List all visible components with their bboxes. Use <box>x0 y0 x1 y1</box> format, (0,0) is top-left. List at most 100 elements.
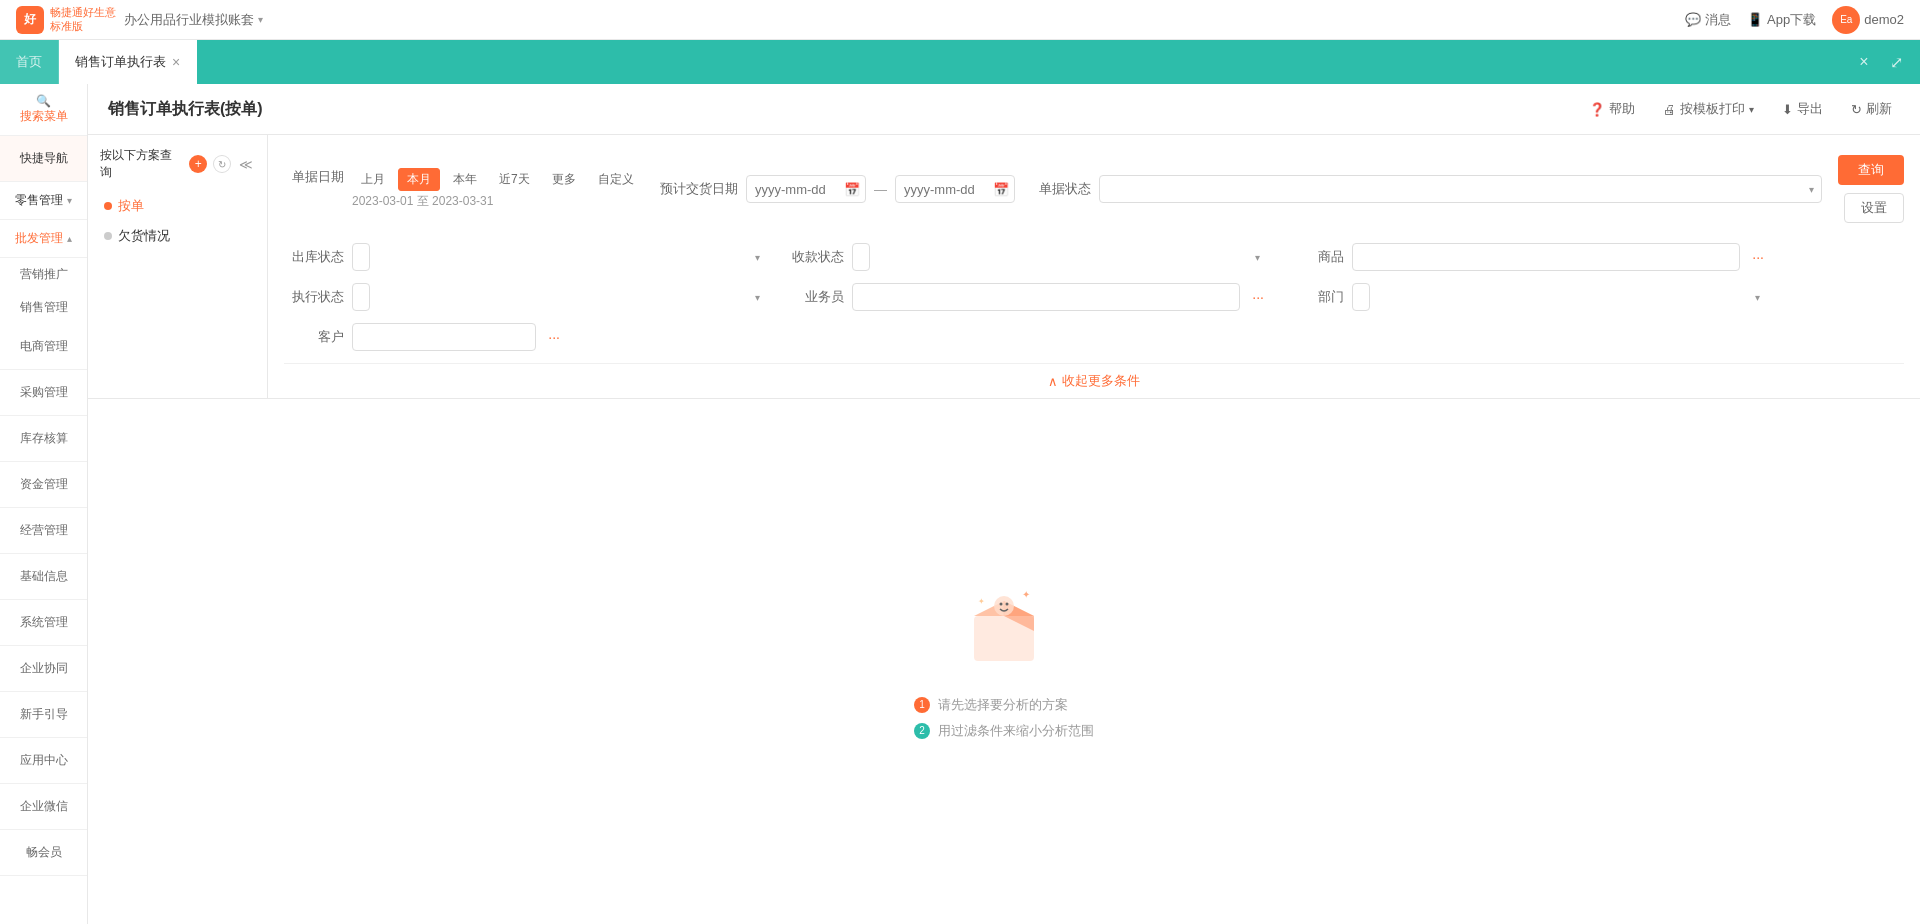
sidebar-item-retail[interactable]: 零售管理 ▾ <box>0 182 87 220</box>
sidebar-item-quick-nav[interactable]: 快捷导航 <box>0 136 87 182</box>
print-icon: 🖨 <box>1663 102 1676 117</box>
goods-more-button[interactable]: ··· <box>1748 249 1768 265</box>
sidebar-item-system[interactable]: 系统管理 <box>0 600 87 646</box>
date-btn-more[interactable]: 更多 <box>543 168 585 191</box>
sidebar-item-finance[interactable]: 资金管理 <box>0 462 87 508</box>
date-btn-7days[interactable]: 近7天 <box>490 168 539 191</box>
collapse-scheme-button[interactable]: ≪ <box>237 155 255 173</box>
tab-close-icon[interactable]: × <box>172 55 180 69</box>
sidebar-item-inventory[interactable]: 库存核算 <box>0 416 87 462</box>
date-btn-this-year[interactable]: 本年 <box>444 168 486 191</box>
sidebar-item-operations[interactable]: 经营管理 <box>0 508 87 554</box>
refresh-scheme-button[interactable]: ↻ <box>213 155 231 173</box>
query-buttons: 查询 设置 <box>1838 147 1904 231</box>
date-label: 单据日期 <box>284 168 344 186</box>
sidebar-item-member[interactable]: 畅会员 <box>0 830 87 876</box>
sidebar-item-enterprise[interactable]: 企业协同 <box>0 646 87 692</box>
empty-steps: 1 请先选择要分析的方案 2 用过滤条件来缩小分析范围 <box>914 696 1094 748</box>
settings-button[interactable]: 设置 <box>1844 193 1904 223</box>
active-dot <box>104 202 112 210</box>
tab-home[interactable]: 首页 <box>0 40 59 84</box>
window-expand-button[interactable]: ⤢ <box>1884 50 1908 74</box>
exec-status-select[interactable] <box>352 283 370 311</box>
collapse-more-button[interactable]: ∧ 收起更多条件 <box>284 363 1904 398</box>
status-input[interactable] <box>1099 175 1822 203</box>
filter-inner: 按以下方案查询 + ↻ ≪ 按单 欠货情况 <box>88 135 1920 398</box>
sidebar-item-wholesale[interactable]: 批发管理 ▴ <box>0 220 87 258</box>
message-icon: 💬 <box>1685 12 1701 27</box>
date-btn-custom[interactable]: 自定义 <box>589 168 643 191</box>
exec-status-label: 执行状态 <box>284 288 344 306</box>
empty-state: ✦ ✦ 1 请先选择要分析的方案 2 用过滤条件来缩小分析范围 <box>88 399 1920 924</box>
sidebar-item-search[interactable]: 🔍 搜索菜单 <box>0 84 87 136</box>
filter-panel: 按以下方案查询 + ↻ ≪ 按单 欠货情况 <box>88 135 1920 399</box>
dept-select-wrapper <box>1352 283 1768 311</box>
logo-area: 好 畅捷通好生意 标准版 <box>16 6 116 34</box>
sidebar-item-purchase[interactable]: 采购管理 <box>0 370 87 416</box>
estimated-date-start-input[interactable] <box>746 175 866 203</box>
sidebar-sub-sales[interactable]: 销售管理 <box>0 291 87 324</box>
salesperson-input[interactable] <box>852 283 1240 311</box>
svg-point-5 <box>1000 602 1003 605</box>
export-icon: ⬇ <box>1782 102 1793 117</box>
collapse-icon: ∧ <box>1048 374 1058 389</box>
window-close-button[interactable]: × <box>1852 50 1876 74</box>
filter-row-1: 单据日期 上月 本月 本年 近7天 更多 自定义 <box>284 147 1904 231</box>
empty-step-2: 2 用过滤条件来缩小分析范围 <box>914 722 1094 740</box>
date-btn-last-month[interactable]: 上月 <box>352 168 394 191</box>
filter-option-by-order[interactable]: 按单 <box>100 191 255 221</box>
message-button[interactable]: 💬 消息 <box>1685 11 1731 29</box>
export-button[interactable]: ⬇ 导出 <box>1774 96 1831 122</box>
empty-step-1: 1 请先选择要分析的方案 <box>914 696 1094 714</box>
query-button[interactable]: 查询 <box>1838 155 1904 185</box>
customer-more-button[interactable]: ··· <box>544 329 564 345</box>
svg-point-6 <box>1006 602 1009 605</box>
sidebar-item-ecommerce[interactable]: 电商管理 <box>0 324 87 370</box>
app-download-button[interactable]: 📱 App下载 <box>1747 11 1816 29</box>
chevron-down-icon: ▾ <box>258 14 263 25</box>
page-header: 销售订单执行表(按单) ❓ 帮助 🖨 按模板打印 ▾ ⬇ 导出 ↻ 刷新 <box>88 84 1920 135</box>
dept-select[interactable] <box>1352 283 1370 311</box>
logo-text: 畅捷通好生意 标准版 <box>50 6 116 32</box>
add-scheme-button[interactable]: + <box>189 155 207 173</box>
sidebar-item-wechat[interactable]: 企业微信 <box>0 784 87 830</box>
date-control: 上月 本月 本年 近7天 更多 自定义 2023-03-01 至 2023-03… <box>352 168 643 210</box>
ship-status-select[interactable] <box>352 243 370 271</box>
collection-status-select[interactable] <box>852 243 870 271</box>
print-button[interactable]: 🖨 按模板打印 ▾ <box>1655 96 1762 122</box>
date-buttons: 上月 本月 本年 近7天 更多 自定义 <box>352 168 643 191</box>
chevron-up-icon: ▴ <box>67 233 72 244</box>
date-btn-this-month[interactable]: 本月 <box>398 168 440 191</box>
empty-illustration: ✦ ✦ <box>954 576 1054 676</box>
main-layout: 🔍 搜索菜单 快捷导航 零售管理 ▾ 批发管理 ▴ 营销推广 销售管理 电商管理… <box>0 84 1920 924</box>
tab-sales-order[interactable]: 销售订单执行表 × <box>59 40 197 84</box>
estimated-date-end-input[interactable] <box>895 175 1015 203</box>
app-title[interactable]: 办公用品行业模拟账套 ▾ <box>124 11 263 29</box>
estimated-date-group: 预计交货日期 📅 — 📅 <box>660 175 1015 203</box>
sidebar-item-apps[interactable]: 应用中心 <box>0 738 87 784</box>
salesperson-more-button[interactable]: ··· <box>1248 289 1268 305</box>
customer-label: 客户 <box>284 328 344 346</box>
tab-bar-actions: × ⤢ <box>1840 40 1920 84</box>
content-area: 销售订单执行表(按单) ❓ 帮助 🖨 按模板打印 ▾ ⬇ 导出 ↻ 刷新 <box>88 84 1920 924</box>
filter-option-shortage[interactable]: 欠货情况 <box>100 221 255 251</box>
user-menu[interactable]: Ea demo2 <box>1832 6 1904 34</box>
refresh-icon: ↻ <box>1851 102 1862 117</box>
customer-input[interactable] <box>352 323 536 351</box>
goods-label: 商品 <box>1284 248 1344 266</box>
sidebar-item-basic-info[interactable]: 基础信息 <box>0 554 87 600</box>
page-actions: ❓ 帮助 🖨 按模板打印 ▾ ⬇ 导出 ↻ 刷新 <box>1581 96 1900 122</box>
goods-input[interactable] <box>1352 243 1740 271</box>
estimated-date-start-wrapper: 📅 <box>746 175 866 203</box>
sidebar-item-guide[interactable]: 新手引导 <box>0 692 87 738</box>
date-field-group: 单据日期 上月 本月 本年 近7天 更多 自定义 <box>284 168 644 210</box>
sidebar-sub-marketing[interactable]: 营销推广 <box>0 258 87 291</box>
status-label: 单据状态 <box>1031 180 1091 198</box>
refresh-button[interactable]: ↻ 刷新 <box>1843 96 1900 122</box>
svg-text:✦: ✦ <box>978 597 985 606</box>
help-button[interactable]: ❓ 帮助 <box>1581 96 1643 122</box>
step2-num: 2 <box>914 723 930 739</box>
logo-icon: 好 <box>16 6 44 34</box>
sidebar: 🔍 搜索菜单 快捷导航 零售管理 ▾ 批发管理 ▴ 营销推广 销售管理 电商管理… <box>0 84 88 924</box>
exec-status-group: 执行状态 <box>284 283 768 311</box>
